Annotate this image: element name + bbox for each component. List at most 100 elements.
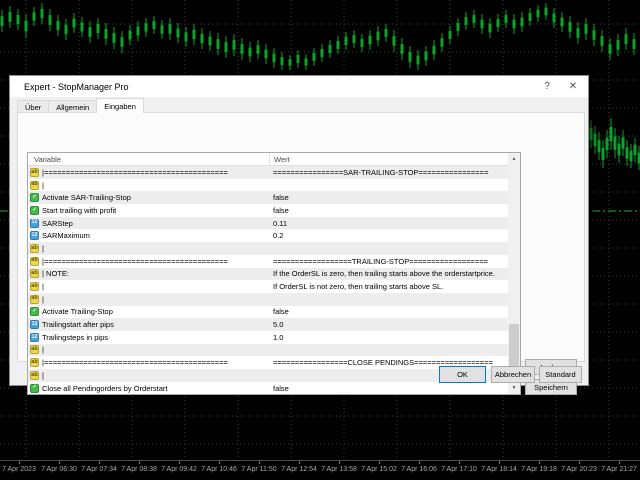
- variable-cell[interactable]: |: [42, 244, 266, 253]
- time-label: 7 Apr 17:10: [441, 466, 477, 473]
- value-cell[interactable]: 0.11: [269, 219, 507, 228]
- time-label: 7 Apr 15:02: [361, 466, 397, 473]
- axis-tick: [379, 461, 380, 464]
- string-type-icon: ab: [30, 358, 39, 368]
- variable-cell[interactable]: Start trailing with profit: [42, 206, 266, 215]
- variable-cell[interactable]: |: [42, 282, 266, 291]
- table-row[interactable]: ✓ Activate SAR-Trailing-Stop false: [28, 191, 510, 205]
- string-type-icon: ab: [30, 370, 39, 380]
- time-label: 7 Apr 18:14: [481, 466, 517, 473]
- bool-type-icon: ✓: [30, 205, 39, 215]
- axis-tick: [579, 461, 580, 464]
- variable-cell[interactable]: |: [42, 181, 266, 190]
- string-type-icon: ab: [30, 269, 39, 279]
- table-row[interactable]: ✓ Close all Pendingorders by Orderstart fa…: [28, 382, 510, 394]
- axis-tick: [419, 461, 420, 464]
- table-row[interactable]: ab |=====================================…: [28, 166, 510, 179]
- table-row[interactable]: ab |: [28, 343, 510, 357]
- axis-tick: [619, 461, 620, 464]
- string-type-icon: ab: [30, 294, 39, 304]
- variable-cell[interactable]: SARMaximum: [42, 231, 266, 240]
- axis-tick: [179, 461, 180, 464]
- table-row[interactable]: 12 Trailingsteps in pips 1.0: [28, 331, 510, 344]
- table-row[interactable]: ab | If OrderSL is not zero, then trailing…: [28, 280, 510, 293]
- scroll-up-icon[interactable]: ▲: [508, 153, 520, 165]
- axis-tick: [139, 461, 140, 464]
- variable-cell[interactable]: Close all Pendingorders by Orderstart: [42, 384, 266, 393]
- table-row[interactable]: 12 SARStep 0.11: [28, 216, 510, 230]
- variable-cell[interactable]: Activate SAR-Trailing-Stop: [42, 193, 266, 202]
- time-label: 7 Apr 08:38: [121, 466, 157, 473]
- table-row[interactable]: ab |: [28, 179, 510, 192]
- table-row[interactable]: 12 Trailingstart after pips 5.0: [28, 318, 510, 331]
- variable-cell[interactable]: Trailingstart after pips: [42, 320, 266, 329]
- bool-type-icon: ✓: [30, 193, 39, 203]
- value-cell[interactable]: If the OrderSL is zero, then trailing st…: [269, 269, 507, 278]
- table-row[interactable]: ab |=====================================…: [28, 255, 510, 268]
- table-row[interactable]: ab |: [28, 369, 510, 382]
- value-cell[interactable]: false: [269, 307, 507, 316]
- table-row[interactable]: ab |: [28, 292, 510, 306]
- inputs-tab-page: Variable Wert ab |=======================…: [17, 112, 585, 395]
- cancel-button[interactable]: Abbrechen: [491, 366, 535, 383]
- axis-tick: [219, 461, 220, 464]
- value-cell[interactable]: false: [269, 193, 507, 202]
- variable-cell[interactable]: |=======================================…: [42, 358, 266, 367]
- axis-tick: [539, 461, 540, 464]
- tab-strip: Über Allgemein Eingaben: [17, 98, 144, 113]
- column-header-wert: Wert: [269, 153, 290, 166]
- table-row[interactable]: ab | NOTE: If the OrderSL is zero, then tr…: [28, 267, 510, 281]
- value-cell[interactable]: ==================TRAILING-STOP=========…: [269, 257, 507, 266]
- time-label: 7 Apr 10:46: [201, 466, 237, 473]
- number-type-icon: 12: [30, 231, 39, 241]
- variable-cell[interactable]: |=======================================…: [42, 168, 266, 177]
- axis-tick: [459, 461, 460, 464]
- variable-cell[interactable]: |=======================================…: [42, 257, 266, 266]
- variable-cell[interactable]: Activate Trailing-Stop: [42, 307, 266, 316]
- number-type-icon: 12: [30, 218, 39, 228]
- value-cell[interactable]: If OrderSL is not zero, then trailing st…: [269, 282, 507, 291]
- table-row[interactable]: ab |=====================================…: [28, 356, 510, 369]
- number-type-icon: 12: [30, 332, 39, 342]
- inputs-table: Variable Wert ab |=======================…: [27, 152, 521, 395]
- variable-cell[interactable]: |: [42, 345, 266, 354]
- time-label: 7 Apr 12:54: [281, 466, 317, 473]
- value-cell[interactable]: false: [269, 206, 507, 215]
- string-type-icon: ab: [30, 345, 39, 355]
- variable-cell[interactable]: |: [42, 295, 266, 304]
- table-row[interactable]: ✓ Activate Trailing-Stop false: [28, 306, 510, 319]
- help-icon[interactable]: ?: [534, 76, 560, 97]
- string-type-icon: ab: [30, 282, 39, 292]
- string-type-icon: ab: [30, 256, 39, 266]
- value-cell[interactable]: false: [269, 384, 507, 393]
- string-type-icon: ab: [30, 180, 39, 190]
- time-label: 7 Apr 2023: [2, 466, 36, 473]
- time-label: 7 Apr 11:50: [241, 466, 277, 473]
- axis-tick: [339, 461, 340, 464]
- variable-cell[interactable]: SARStep: [42, 219, 266, 228]
- axis-tick: [59, 461, 60, 464]
- close-icon[interactable]: ✕: [560, 76, 586, 97]
- standard-button[interactable]: Standard: [539, 366, 582, 383]
- variable-cell[interactable]: | NOTE:: [42, 269, 266, 278]
- time-label: 7 Apr 21:27: [601, 466, 637, 473]
- ok-button[interactable]: OK: [439, 366, 486, 383]
- dialog-titlebar[interactable]: Expert - StopManager Pro ? ✕: [10, 76, 588, 97]
- bool-type-icon: ✓: [30, 383, 39, 393]
- table-row[interactable]: ✓ Start trailing with profit false: [28, 204, 510, 217]
- vertical-scrollbar[interactable]: ▲ ▼: [508, 153, 520, 394]
- variable-cell[interactable]: Trailingsteps in pips: [42, 333, 266, 342]
- value-cell[interactable]: 0.2: [269, 231, 507, 240]
- value-cell[interactable]: 5.0: [269, 320, 507, 329]
- variable-cell[interactable]: |: [42, 371, 266, 380]
- column-header-variable: Variable: [34, 155, 61, 164]
- bool-type-icon: ✓: [30, 307, 39, 317]
- time-label: 7 Apr 09:42: [161, 466, 197, 473]
- tab-eingaben[interactable]: Eingaben: [96, 98, 144, 113]
- value-cell[interactable]: 1.0: [269, 333, 507, 342]
- scroll-down-icon[interactable]: ▼: [508, 382, 520, 394]
- axis-tick: [19, 461, 20, 464]
- table-row[interactable]: 12 SARMaximum 0.2: [28, 229, 510, 242]
- table-row[interactable]: ab |: [28, 242, 510, 255]
- value-cell[interactable]: ================SAR-TRAILING-STOP=======…: [269, 168, 507, 177]
